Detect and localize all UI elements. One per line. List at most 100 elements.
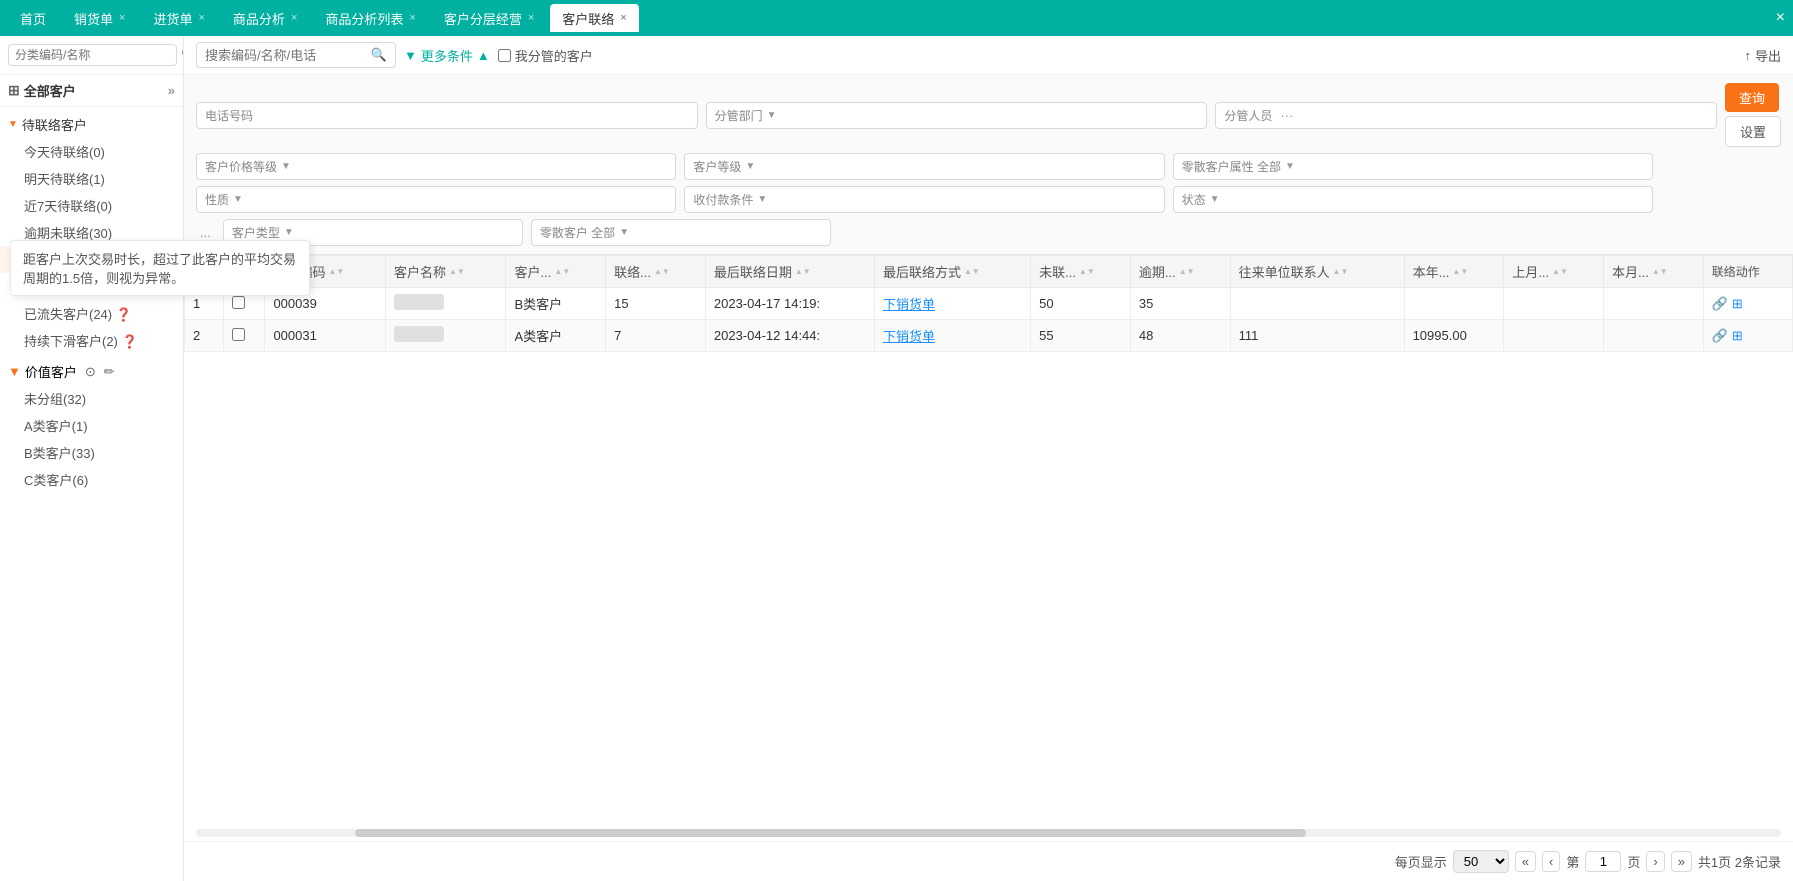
my-customers-checkbox[interactable] [498, 49, 511, 62]
next-page-button[interactable]: › [1646, 851, 1664, 872]
search-input[interactable] [205, 48, 367, 63]
row1-last-way[interactable]: 下销货单 [874, 288, 1030, 320]
th-overdue[interactable]: 逾期... ▲▼ [1130, 256, 1230, 288]
per-page-select[interactable]: 50 20 100 [1453, 850, 1509, 873]
page-input[interactable] [1585, 851, 1621, 872]
export-button[interactable]: ↑ 导出 [1744, 46, 1781, 65]
row2-contact-count: 7 [606, 320, 706, 352]
sidebar-item-week[interactable]: 近7天待联络(0) [0, 192, 183, 219]
prev-page-button[interactable]: ‹ [1542, 851, 1560, 872]
th-contacts[interactable]: 往来单位联系人 ▲▼ [1230, 256, 1404, 288]
manager-dots-icon[interactable]: ··· [1276, 108, 1297, 123]
overdue-sort-icon[interactable]: ▲▼ [1179, 267, 1195, 276]
row2-grid-action-icon[interactable]: ⊞ [1732, 328, 1743, 344]
first-page-button[interactable]: « [1515, 851, 1536, 872]
code-sort-icon[interactable]: ▲▼ [328, 267, 344, 276]
sidebar-item-a-class[interactable]: A类客户(1) [0, 412, 183, 439]
th-last-month[interactable]: 上月... ▲▼ [1504, 256, 1604, 288]
adv-customer-level-field[interactable]: 客户等级 ▼ [684, 153, 1164, 180]
way-sort-icon[interactable]: ▲▼ [964, 267, 980, 276]
pending-group-header[interactable]: ▼ 待联络客户 [0, 111, 183, 138]
this-year-sort-icon[interactable]: ▲▼ [1452, 267, 1468, 276]
sidebar-item-c-class[interactable]: C类客户(6) [0, 466, 183, 493]
this-month-sort-icon[interactable]: ▲▼ [1652, 267, 1668, 276]
last-month-sort-icon[interactable]: ▲▼ [1552, 267, 1568, 276]
nav-tab-home[interactable]: 首页 [8, 9, 58, 28]
adv-status-field[interactable]: 状态 ▼ [1173, 186, 1653, 213]
more-conditions-button[interactable]: ▼ 更多条件 ▲ [404, 46, 490, 65]
row2-name[interactable] [385, 320, 506, 352]
row2-link[interactable]: 下销货单 [883, 329, 935, 344]
adv-dept-field[interactable]: 分管部门 ▼ [706, 102, 1208, 129]
close-customer-tier-tab-icon[interactable]: × [528, 12, 534, 24]
th-customer-type[interactable]: 客户... ▲▼ [506, 256, 606, 288]
row2-checkbox[interactable] [224, 320, 265, 352]
nav-tab-purchase[interactable]: 进货单 × [141, 4, 216, 32]
close-analysis-list-tab-icon[interactable]: × [409, 12, 415, 24]
value-group-header[interactable]: ▼ 价值客户 ⊙ ✏ [0, 358, 183, 385]
adv-nature-field[interactable]: 性质 ▼ [196, 186, 676, 213]
sidebar-item-dropping[interactable]: 持续下滑客户(2) ❓ [0, 327, 183, 354]
nav-tab-sales[interactable]: 销货单 × [62, 4, 137, 32]
sidebar-item-today[interactable]: 今天待联络(0) [0, 138, 183, 165]
page-suffix: 页 [1627, 852, 1640, 871]
row2-link-action-icon[interactable]: 🔗 [1712, 328, 1728, 344]
th-this-month[interactable]: 本月... ▲▼ [1603, 256, 1703, 288]
th-contact-count[interactable]: 联络... ▲▼ [606, 256, 706, 288]
adv-manager-field[interactable]: 分管人员 ··· [1215, 102, 1717, 129]
th-last-contact-way[interactable]: 最后联络方式 ▲▼ [874, 256, 1030, 288]
edit-value-group-icon[interactable]: ⊙ [85, 364, 96, 380]
edit-value-group-icon2[interactable]: ✏ [104, 364, 115, 380]
sidebar-item-tomorrow[interactable]: 明天待联络(1) [0, 165, 183, 192]
scrollbar-thumb[interactable] [355, 829, 1306, 837]
window-close-button[interactable]: × [1776, 9, 1785, 27]
close-purchase-tab-icon[interactable]: × [198, 12, 204, 24]
nav-tab-customer-contact[interactable]: 客户联络 × [550, 4, 638, 32]
lost-help-icon[interactable]: ❓ [116, 307, 132, 322]
row1-link-action-icon[interactable]: 🔗 [1712, 296, 1728, 312]
horizontal-scrollbar[interactable] [196, 829, 1781, 837]
collapse-sidebar-icon[interactable]: » [168, 83, 175, 98]
close-analysis-tab-icon[interactable]: × [291, 12, 297, 24]
adv-scatter-customer-field[interactable]: 零散客户 全部 ▼ [531, 219, 831, 246]
row2-last-way[interactable]: 下销货单 [874, 320, 1030, 352]
row2-this-year: 10995.00 [1404, 320, 1504, 352]
type-sort-icon[interactable]: ▲▼ [554, 267, 570, 276]
row1-name[interactable] [385, 288, 506, 320]
sidebar-item-ungroup[interactable]: 未分组(32) [0, 385, 183, 412]
adv-price-level-field[interactable]: 客户价格等级 ▼ [196, 153, 676, 180]
contacts-sort-icon[interactable]: ▲▼ [1333, 267, 1349, 276]
uncontacted-sort-icon[interactable]: ▲▼ [1079, 267, 1095, 276]
close-customer-contact-tab-icon[interactable]: × [620, 12, 626, 24]
set-button[interactable]: 设置 [1725, 116, 1781, 147]
row1-link[interactable]: 下销货单 [883, 297, 935, 312]
sidebar-search-input[interactable] [8, 44, 177, 66]
date-sort-icon[interactable]: ▲▼ [795, 267, 811, 276]
adv-phone-field[interactable]: 电话号码 [196, 102, 698, 129]
row1-contact-count: 15 [606, 288, 706, 320]
adv-payment-field[interactable]: 收付款条件 ▼ [684, 186, 1164, 213]
dropping-help-icon[interactable]: ❓ [122, 334, 138, 349]
nature-arrow-icon: ▼ [233, 194, 243, 205]
name-sort-icon[interactable]: ▲▼ [449, 267, 465, 276]
contact-sort-icon[interactable]: ▲▼ [654, 267, 670, 276]
th-this-year[interactable]: 本年... ▲▼ [1404, 256, 1504, 288]
adv-scatter-attr-field[interactable]: 零散客户属性 全部 ▼ [1173, 153, 1653, 180]
row1-select[interactable] [232, 296, 245, 309]
row2-select[interactable] [232, 328, 245, 341]
sidebar-item-lost[interactable]: 已流失客户(24) ❓ [0, 300, 183, 327]
th-last-contact-date[interactable]: 最后联络日期 ▲▼ [705, 256, 874, 288]
search-icon[interactable]: 🔍 [371, 47, 387, 63]
nav-tab-customer-tier[interactable]: 客户分层经营 × [432, 4, 546, 32]
last-page-button[interactable]: » [1671, 851, 1692, 872]
nav-tab-analysis-list[interactable]: 商品分析列表 × [313, 4, 427, 32]
th-uncontacted[interactable]: 未联... ▲▼ [1031, 256, 1131, 288]
row1-grid-action-icon[interactable]: ⊞ [1732, 296, 1743, 312]
close-sales-tab-icon[interactable]: × [119, 12, 125, 24]
query-button[interactable]: 查询 [1725, 83, 1779, 112]
nav-tab-analysis[interactable]: 商品分析 × [221, 4, 309, 32]
row4-dots[interactable]: ... [196, 225, 215, 240]
row2-this-month [1603, 320, 1703, 352]
sidebar-item-b-class[interactable]: B类客户(33) [0, 439, 183, 466]
th-name[interactable]: 客户名称 ▲▼ [385, 256, 506, 288]
